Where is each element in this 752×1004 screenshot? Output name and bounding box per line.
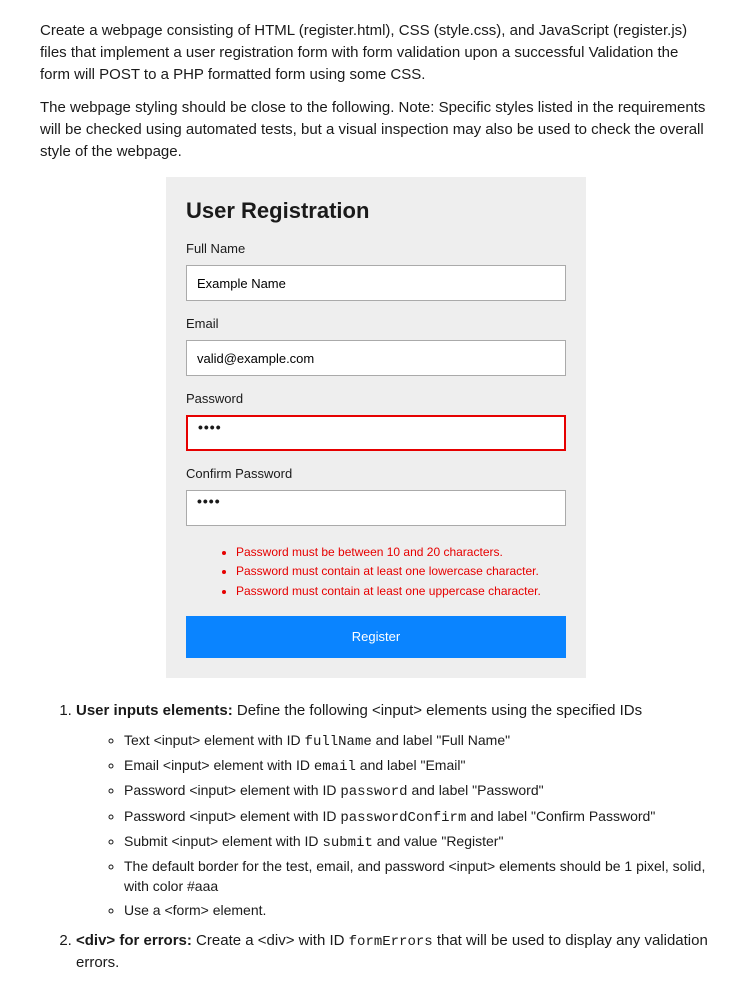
requirements-list: User inputs elements: Define the followi… <box>40 700 712 974</box>
email-input[interactable] <box>186 340 566 376</box>
req2-code: formErrors <box>349 934 433 950</box>
field-email: Email <box>186 315 566 376</box>
req1-item: The default border for the test, email, … <box>124 856 712 897</box>
register-button[interactable]: Register <box>186 616 566 658</box>
requirement-2: <div> for errors: Create a <div> with ID… <box>76 930 712 974</box>
intro-p2: The webpage styling should be close to t… <box>40 97 712 162</box>
req1-item: Submit <input> element with ID submit an… <box>124 831 712 853</box>
req2-lead: <div> for errors: <box>76 932 192 949</box>
error-item: Password must contain at least one lower… <box>236 563 566 580</box>
req2-rest-pre: Create a <div> with ID <box>192 932 349 949</box>
req1-item: Password <input> element with ID passwor… <box>124 806 712 828</box>
req1-item: Password <input> element with ID passwor… <box>124 780 712 802</box>
error-item: Password must be between 10 and 20 chara… <box>236 544 566 561</box>
intro-p1: Create a webpage consisting of HTML (reg… <box>40 20 712 85</box>
password-input[interactable]: •••• <box>186 415 566 451</box>
fullname-input[interactable] <box>186 265 566 301</box>
confirm-input[interactable]: •••• <box>186 490 566 526</box>
field-fullname: Full Name <box>186 240 566 301</box>
req1-item: Text <input> element with ID fullName an… <box>124 730 712 752</box>
form-errors: Password must be between 10 and 20 chara… <box>186 540 566 616</box>
intro-text: Create a webpage consisting of HTML (reg… <box>40 20 712 163</box>
req1-subitems: Text <input> element with ID fullName an… <box>76 730 712 920</box>
req1-item: Use a <form> element. <box>124 900 712 920</box>
error-item: Password must contain at least one upper… <box>236 583 566 600</box>
email-label: Email <box>186 315 566 334</box>
req1-rest: Define the following <input> elements us… <box>233 702 642 719</box>
field-password: Password •••• <box>186 390 566 451</box>
req1-lead: User inputs elements: <box>76 702 233 719</box>
fullname-label: Full Name <box>186 240 566 259</box>
form-title: User Registration <box>186 195 566 227</box>
requirement-1: User inputs elements: Define the followi… <box>76 700 712 920</box>
req1-item: Email <input> element with ID email and … <box>124 755 712 777</box>
field-confirm: Confirm Password •••• <box>186 465 566 526</box>
password-label: Password <box>186 390 566 409</box>
registration-form-mockup: User Registration Full Name Email Passwo… <box>166 177 586 678</box>
confirm-label: Confirm Password <box>186 465 566 484</box>
